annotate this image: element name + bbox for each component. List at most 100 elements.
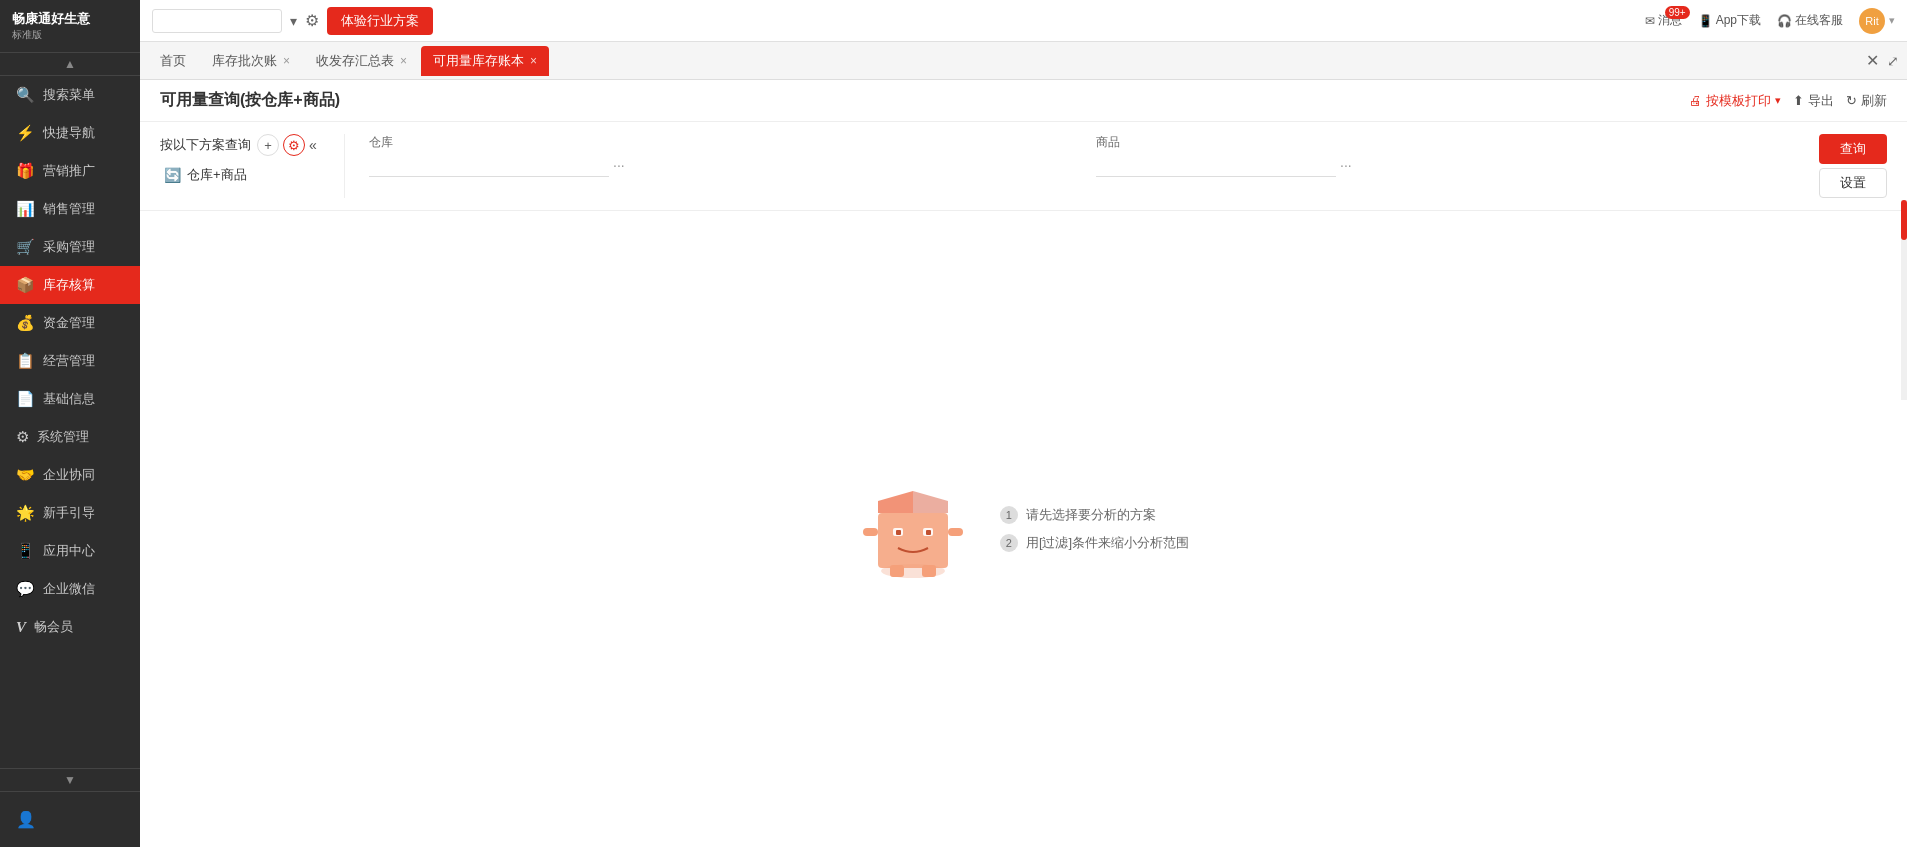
online-service-link[interactable]: 🎧 在线客服 — [1777, 12, 1843, 29]
tab-batch-account[interactable]: 库存批次账 × — [200, 46, 302, 76]
chevron-down-icon: ▾ — [1889, 14, 1895, 27]
content-area: 可用量查询(按仓库+商品) 🖨 按模板打印 ▾ ⬆ 导出 ↻ 刷新 — [140, 80, 1907, 847]
svg-marker-3 — [913, 491, 948, 513]
query-btn-area: 查询 设置 — [1819, 134, 1887, 198]
refresh-icon: ↻ — [1846, 93, 1857, 108]
print-icon: 🖨 — [1689, 93, 1702, 108]
app-download-link[interactable]: 📱 App下载 — [1698, 12, 1761, 29]
user-area[interactable]: Rit ▾ — [1859, 8, 1895, 34]
topbar-right: ✉ 消息 99+ 📱 App下载 🎧 在线客服 Rit ▾ — [1645, 8, 1895, 34]
warehouse-input[interactable] — [369, 153, 609, 177]
tab-available-ledger-close[interactable]: × — [530, 54, 537, 68]
main-area: ▾ ⚙ 体验行业方案 ✉ 消息 99+ 📱 App下载 🎧 在线客服 Rit ▾ — [140, 0, 1907, 847]
filter-area: 按以下方案查询 + ⚙ « 🔄 仓库+商品 — [140, 122, 1907, 211]
step2-num: 2 — [1000, 534, 1018, 552]
tabs-bar-right: ✕ ⤢ — [1866, 51, 1899, 70]
topbar-dropdown-icon[interactable]: ▾ — [290, 13, 297, 29]
trial-btn[interactable]: 体验行业方案 — [327, 7, 433, 35]
tabs-bar-close-btn[interactable]: ✕ — [1866, 51, 1879, 70]
sidebar-item-basic-info[interactable]: 📄 基础信息 — [0, 380, 140, 418]
svg-rect-8 — [863, 528, 878, 536]
warehouse-input-row: ··· — [369, 153, 1076, 177]
sidebar-item-finance[interactable]: 💰 资金管理 — [0, 304, 140, 342]
topbar-search-area — [152, 9, 282, 33]
product-input[interactable] — [1096, 153, 1336, 177]
sidebar-item-purchase[interactable]: 🛒 采购管理 — [0, 228, 140, 266]
export-icon: ⬆ — [1793, 93, 1804, 108]
sidebar-nav: 🔍 搜索菜单 ⚡ 快捷导航 🎁 营销推广 📊 销售管理 🛒 采购管理 📦 库存核… — [0, 76, 140, 768]
sidebar-item-system[interactable]: ⚙ 系统管理 — [0, 418, 140, 456]
empty-step2: 2 用[过滤]条件来缩小分析范围 — [1000, 534, 1189, 552]
print-dropdown-icon[interactable]: ▾ — [1775, 94, 1781, 107]
sidebar-item-operations[interactable]: 📋 经营管理 — [0, 342, 140, 380]
fields-row: 仓库 ··· 商品 ··· — [369, 134, 1803, 177]
avatar: Rit — [1859, 8, 1885, 34]
search-icon: 🔍 — [16, 86, 35, 104]
mobile-icon: 📱 — [16, 542, 35, 560]
step1-num: 1 — [1000, 506, 1018, 524]
refresh-btn[interactable]: ↻ 刷新 — [1846, 92, 1887, 110]
sidebar-item-enterprise[interactable]: 🤝 企业协同 — [0, 456, 140, 494]
export-btn[interactable]: ⬆ 导出 — [1793, 92, 1834, 110]
warehouse-more-btn[interactable]: ··· — [613, 157, 625, 173]
print-btn[interactable]: 🖨 按模板打印 ▾ — [1689, 92, 1781, 110]
query-btn[interactable]: 查询 — [1819, 134, 1887, 164]
empty-state: 1 请先选择要分析的方案 2 用[过滤]条件来缩小分析范围 — [140, 211, 1907, 847]
sidebar-item-app-center[interactable]: 📱 应用中心 — [0, 532, 140, 570]
scheme-list: 🔄 仓库+商品 — [160, 164, 320, 186]
topbar-gear-icon[interactable]: ⚙ — [305, 11, 319, 30]
star-icon: 🌟 — [16, 504, 35, 522]
svg-rect-6 — [896, 530, 901, 535]
add-scheme-btn[interactable]: + — [257, 134, 279, 156]
right-scrollbar[interactable] — [1901, 200, 1907, 400]
sidebar-item-user-bottom[interactable]: 👤 — [0, 800, 140, 839]
empty-illustration — [858, 473, 968, 586]
message-icon-area[interactable]: ✉ 消息 99+ — [1645, 12, 1682, 29]
handshake-icon: 🤝 — [16, 466, 35, 484]
svg-rect-9 — [948, 528, 963, 536]
sidebar-item-vip[interactable]: V 畅会员 — [0, 608, 140, 646]
tab-receive-summary-close[interactable]: × — [400, 54, 407, 68]
clipboard-icon: 📋 — [16, 352, 35, 370]
collapse-icon[interactable]: « — [309, 137, 317, 153]
scheme-item-warehouse-product[interactable]: 🔄 仓库+商品 — [160, 164, 320, 186]
sidebar-item-sales[interactable]: 📊 销售管理 — [0, 190, 140, 228]
sidebar-item-enterprise-wechat[interactable]: 💬 企业微信 — [0, 570, 140, 608]
page-title: 可用量查询(按仓库+商品) — [160, 90, 340, 111]
warehouse-field-group: 仓库 ··· — [369, 134, 1076, 177]
sidebar-item-quick-nav[interactable]: ⚡ 快捷导航 — [0, 114, 140, 152]
right-scrollbar-thumb — [1901, 200, 1907, 240]
sidebar-item-inventory[interactable]: 📦 库存核算 — [0, 266, 140, 304]
sidebar: 畅康通好生意 标准版 ▲ 🔍 搜索菜单 ⚡ 快捷导航 🎁 营销推广 📊 销售管理… — [0, 0, 140, 847]
tab-receive-summary[interactable]: 收发存汇总表 × — [304, 46, 419, 76]
sidebar-bottom: 👤 — [0, 791, 140, 847]
filter-label: 按以下方案查询 — [160, 136, 251, 154]
product-field-label: 商品 — [1096, 134, 1803, 151]
settings-btn[interactable]: 设置 — [1819, 168, 1887, 198]
filter-divider — [344, 134, 345, 198]
topbar-search-input[interactable] — [152, 9, 282, 33]
tab-home[interactable]: 首页 — [148, 46, 198, 76]
empty-step1: 1 请先选择要分析的方案 — [1000, 506, 1189, 524]
scroll-down-icon[interactable]: ▼ — [64, 773, 76, 787]
headset-icon: 🎧 — [1777, 14, 1792, 28]
tabs-bar-expand-btn[interactable]: ⤢ — [1887, 53, 1899, 69]
doc-icon: 📄 — [16, 390, 35, 408]
settings-scheme-btn[interactable]: ⚙ — [283, 134, 305, 156]
svg-marker-2 — [878, 491, 913, 513]
empty-text: 1 请先选择要分析的方案 2 用[过滤]条件来缩小分析范围 — [1000, 506, 1189, 552]
lightning-icon: ⚡ — [16, 124, 35, 142]
scroll-up-icon[interactable]: ▲ — [64, 57, 76, 71]
tab-available-ledger[interactable]: 可用量库存账本 × — [421, 46, 549, 76]
scheme-panel: 按以下方案查询 + ⚙ « 🔄 仓库+商品 — [160, 134, 320, 186]
sidebar-item-new-guide[interactable]: 🌟 新手引导 — [0, 494, 140, 532]
svg-rect-1 — [878, 513, 948, 568]
svg-rect-10 — [890, 565, 904, 577]
product-more-btn[interactable]: ··· — [1340, 157, 1352, 173]
sidebar-item-search[interactable]: 🔍 搜索菜单 — [0, 76, 140, 114]
vip-icon: V — [16, 619, 26, 636]
money-icon: 💰 — [16, 314, 35, 332]
page-header-actions: 🖨 按模板打印 ▾ ⬆ 导出 ↻ 刷新 — [1689, 92, 1887, 110]
tab-batch-account-close[interactable]: × — [283, 54, 290, 68]
sidebar-item-marketing[interactable]: 🎁 营销推广 — [0, 152, 140, 190]
